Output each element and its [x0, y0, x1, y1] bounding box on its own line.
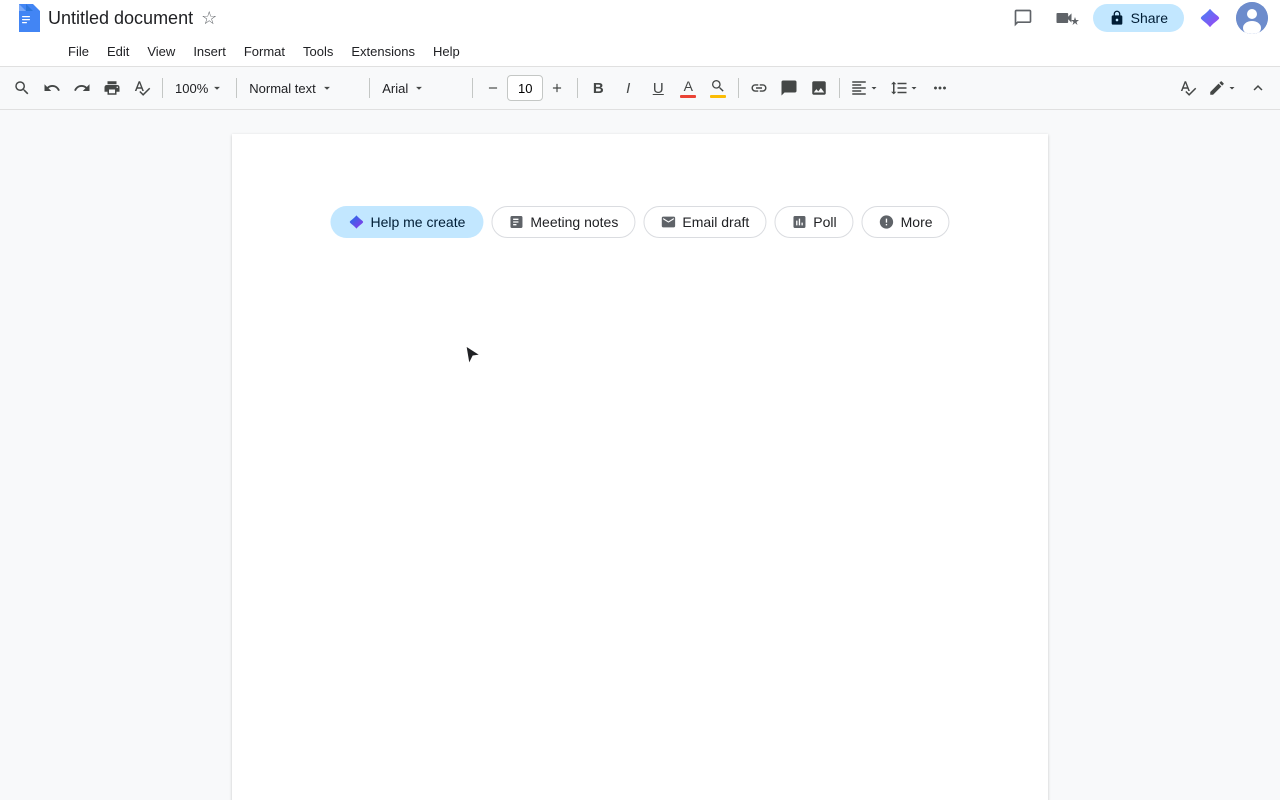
menu-format[interactable]: Format	[236, 40, 293, 63]
bold-button[interactable]: B	[584, 73, 612, 103]
line-spacing-button[interactable]	[886, 73, 924, 103]
cursor	[464, 344, 482, 371]
print-button[interactable]	[98, 73, 126, 103]
separator-7	[839, 78, 840, 98]
highlight-color-icon	[710, 78, 726, 98]
menu-help[interactable]: Help	[425, 40, 468, 63]
share-label: Share	[1131, 10, 1168, 26]
insert-image-button[interactable]	[805, 73, 833, 103]
title-bar: Untitled document ☆ Share	[0, 0, 1280, 36]
search-button[interactable]	[8, 73, 36, 103]
font-size-increase[interactable]	[543, 73, 571, 103]
email-draft-chip[interactable]: Email draft	[643, 206, 766, 238]
underline-button[interactable]: U	[644, 73, 672, 103]
menu-bar: File Edit View Insert Format Tools Exten…	[0, 36, 1280, 66]
help-me-create-label: Help me create	[370, 214, 465, 230]
font-size-input[interactable]: 10	[507, 75, 543, 101]
poll-chip[interactable]: Poll	[774, 206, 853, 238]
meeting-notes-label: Meeting notes	[530, 214, 618, 230]
gdocs-logo[interactable]	[12, 4, 40, 32]
poll-label: Poll	[813, 214, 836, 230]
more-chip[interactable]: More	[862, 206, 950, 238]
separator-2	[236, 78, 237, 98]
help-me-create-button[interactable]: Help me create	[330, 206, 483, 238]
style-value: Normal text	[249, 81, 315, 96]
undo-button[interactable]	[38, 73, 66, 103]
editing-mode-button[interactable]	[1204, 73, 1242, 103]
menu-file[interactable]: File	[60, 40, 97, 63]
separator-3	[369, 78, 370, 98]
separator-5	[577, 78, 578, 98]
font-size-decrease[interactable]	[479, 73, 507, 103]
font-size-area: 10	[479, 73, 571, 103]
ai-suggestion-bar: Help me create Meeting notes Email draft…	[330, 206, 949, 238]
email-draft-label: Email draft	[682, 214, 749, 230]
title-bar-actions: Share	[1005, 0, 1268, 36]
user-avatar[interactable]	[1236, 2, 1268, 34]
redo-button[interactable]	[68, 73, 96, 103]
spellcheck-button[interactable]	[128, 73, 156, 103]
insert-comment-button[interactable]	[775, 73, 803, 103]
highlight-color-button[interactable]	[704, 73, 732, 103]
toolbar: 100% Normal text Arial 10 B I U A	[0, 66, 1280, 110]
meeting-notes-chip[interactable]: Meeting notes	[491, 206, 635, 238]
collapse-toolbar-button[interactable]	[1244, 73, 1272, 103]
more-options-button[interactable]	[926, 73, 954, 103]
separator-6	[738, 78, 739, 98]
separator-4	[472, 78, 473, 98]
menu-tools[interactable]: Tools	[295, 40, 341, 63]
more-label: More	[901, 214, 933, 230]
gemini-icon-button[interactable]	[1192, 0, 1228, 36]
style-selector[interactable]: Normal text	[243, 73, 363, 103]
share-button[interactable]: Share	[1093, 4, 1184, 32]
menu-insert[interactable]: Insert	[185, 40, 234, 63]
doc-area[interactable]: Help me create Meeting notes Email draft…	[0, 110, 1280, 800]
ai-spellcheck-button[interactable]	[1174, 73, 1202, 103]
doc-page[interactable]: Help me create Meeting notes Email draft…	[232, 134, 1048, 800]
insert-link-button[interactable]	[745, 73, 773, 103]
italic-button[interactable]: I	[614, 73, 642, 103]
menu-view[interactable]: View	[139, 40, 183, 63]
text-color-icon: A	[680, 78, 696, 98]
font-selector[interactable]: Arial	[376, 73, 466, 103]
text-color-button[interactable]: A	[674, 73, 702, 103]
meet-icon-button[interactable]	[1049, 0, 1085, 36]
zoom-selector[interactable]: 100%	[169, 73, 230, 103]
align-button[interactable]	[846, 73, 884, 103]
font-value: Arial	[382, 81, 408, 96]
menu-extensions[interactable]: Extensions	[343, 40, 423, 63]
comment-icon-button[interactable]	[1005, 0, 1041, 36]
menu-edit[interactable]: Edit	[99, 40, 137, 63]
zoom-value: 100%	[175, 81, 208, 96]
separator-1	[162, 78, 163, 98]
doc-title[interactable]: Untitled document	[48, 8, 193, 29]
star-icon[interactable]: ☆	[201, 8, 217, 29]
